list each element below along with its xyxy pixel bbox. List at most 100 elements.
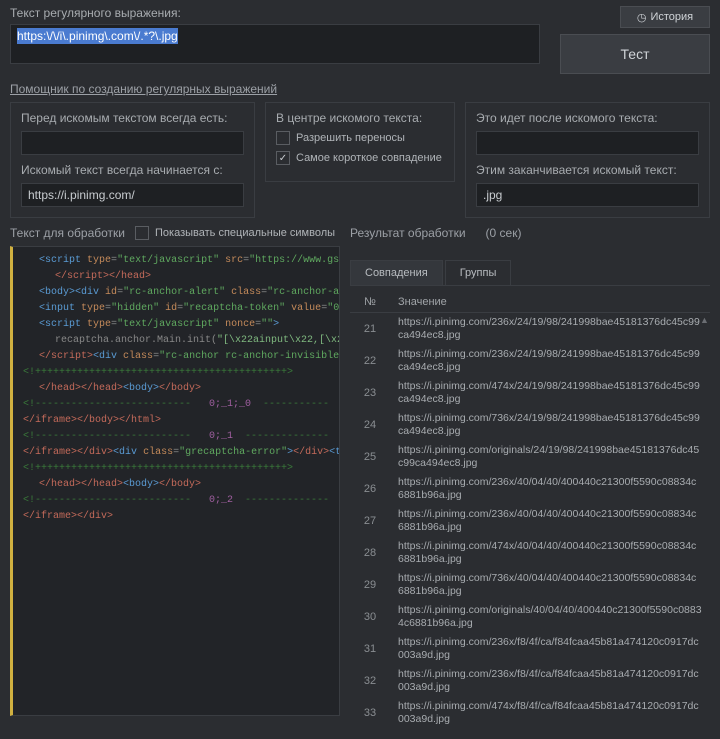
code-line: <!++++++++++++++++++++++++++++++++++++++…: [17, 365, 335, 381]
table-row[interactable]: 21https://i.pinimg.com/236x/24/19/98/241…: [350, 313, 710, 345]
row-number: 24: [350, 419, 390, 432]
row-value: https://i.pinimg.com/236x/24/19/98/24199…: [390, 348, 710, 374]
code-line: <script type="text/javascript" nonce="">: [17, 317, 335, 333]
result-label: Результат обработки: [350, 226, 466, 240]
table-row[interactable]: 24https://i.pinimg.com/736x/24/19/98/241…: [350, 409, 710, 441]
result-time: (0 сек): [486, 226, 522, 240]
row-value: https://i.pinimg.com/236x/f8/4f/ca/f84fc…: [390, 636, 710, 662]
row-value: https://i.pinimg.com/236x/40/04/40/40044…: [390, 476, 710, 502]
code-line: <script type="text/javascript" src="http…: [17, 253, 335, 269]
code-line: <!-------------------------- 0;_1;_0 ---…: [17, 397, 335, 413]
row-number: 29: [350, 579, 390, 592]
center-label: В центре искомого текста:: [276, 111, 444, 125]
table-row[interactable]: 33https://i.pinimg.com/474x/f8/4f/ca/f84…: [350, 697, 710, 729]
table-row[interactable]: 27https://i.pinimg.com/236x/40/04/40/400…: [350, 505, 710, 537]
row-value: https://i.pinimg.com/474x/24/19/98/24199…: [390, 380, 710, 406]
after-label: Это идет после искомого текста:: [476, 111, 699, 125]
table-row[interactable]: 31https://i.pinimg.com/236x/f8/4f/ca/f84…: [350, 633, 710, 665]
row-value: https://i.pinimg.com/236x/24/19/98/24199…: [390, 316, 710, 342]
code-line: </head></head><body></body>: [17, 381, 335, 397]
show-special-checkbox[interactable]: Показывать специальные символы: [135, 226, 335, 240]
after-group: Это идет после искомого текста: Этим зак…: [465, 102, 710, 218]
table-row[interactable]: 34https://i.pinimg.com/736x/f8/4f/ca/f84…: [350, 729, 710, 733]
row-number: 32: [350, 675, 390, 688]
code-line: </script></head>: [17, 269, 335, 285]
table-row[interactable]: 22https://i.pinimg.com/236x/24/19/98/241…: [350, 345, 710, 377]
table-header: № Значение: [350, 292, 710, 313]
row-value: https://i.pinimg.com/736x/40/04/40/40044…: [390, 572, 710, 598]
center-group: В центре искомого текста: Разрешить пере…: [265, 102, 455, 182]
table-row[interactable]: 32https://i.pinimg.com/236x/f8/4f/ca/f84…: [350, 665, 710, 697]
row-value: https://i.pinimg.com/originals/40/04/40/…: [390, 604, 710, 630]
code-line: <input type="hidden" id="recaptcha-token…: [17, 301, 335, 317]
process-label: Текст для обработки: [10, 226, 125, 240]
col-num-header: №: [350, 296, 390, 308]
code-line: </head></head><body></body>: [17, 477, 335, 493]
row-number: 30: [350, 611, 390, 624]
starts-label: Искомый текст всегда начинается с:: [21, 163, 244, 177]
row-value: https://i.pinimg.com/236x/40/04/40/40044…: [390, 508, 710, 534]
code-line: <!-------------------------- 0;_1 ------…: [17, 429, 335, 445]
regex-label: Текст регулярного выражения:: [10, 6, 540, 20]
checkbox-icon: [276, 151, 290, 165]
table-row[interactable]: 26https://i.pinimg.com/236x/40/04/40/400…: [350, 473, 710, 505]
row-number: 31: [350, 643, 390, 656]
row-number: 21: [350, 323, 390, 336]
show-special-label: Показывать специальные символы: [155, 227, 335, 239]
code-line: </iframe></div><div class="grecaptcha-er…: [17, 445, 335, 461]
before-group: Перед искомым текстом всегда есть: Иском…: [10, 102, 255, 218]
helper-title: Помощник по созданию регулярных выражени…: [10, 82, 710, 96]
row-number: 26: [350, 483, 390, 496]
row-number: 33: [350, 707, 390, 720]
row-number: 34: [350, 732, 390, 733]
tab-matches[interactable]: Совпадения: [350, 260, 443, 285]
results-table[interactable]: ▲ 21https://i.pinimg.com/236x/24/19/98/2…: [350, 313, 710, 733]
row-number: 23: [350, 387, 390, 400]
history-button[interactable]: История: [620, 6, 710, 28]
code-line: </iframe></body></html>: [17, 413, 335, 429]
test-label: Тест: [621, 46, 650, 62]
code-line: <body><div id="rc-anchor-alert" class="r…: [17, 285, 335, 301]
row-number: 28: [350, 547, 390, 560]
allow-newlines-label: Разрешить переносы: [296, 132, 405, 144]
table-row[interactable]: 28https://i.pinimg.com/474x/40/04/40/400…: [350, 537, 710, 569]
ends-label: Этим заканчивается искомый текст:: [476, 163, 699, 177]
after-input[interactable]: [476, 131, 699, 155]
checkbox-icon: [135, 226, 149, 240]
row-number: 25: [350, 451, 390, 464]
starts-input[interactable]: [21, 183, 244, 207]
regex-input[interactable]: https:\/\/i\.pinimg\.com\/.*?\.jpg: [10, 24, 540, 64]
test-button[interactable]: Тест: [560, 34, 710, 74]
row-value: https://i.pinimg.com/474x/f8/4f/ca/f84fc…: [390, 700, 710, 726]
shortest-match-label: Самое короткое совпадение: [296, 152, 442, 164]
tab-groups[interactable]: Группы: [445, 260, 512, 285]
allow-newlines-checkbox[interactable]: Разрешить переносы: [276, 131, 444, 145]
row-number: 27: [350, 515, 390, 528]
clock-icon: [637, 11, 647, 24]
code-line: recaptcha.anchor.Main.init("[\x22ainput\…: [17, 333, 335, 349]
source-code-area[interactable]: <script type="text/javascript" src="http…: [10, 246, 340, 716]
before-label: Перед искомым текстом всегда есть:: [21, 111, 244, 125]
checkbox-icon: [276, 131, 290, 145]
code-line: <!++++++++++++++++++++++++++++++++++++++…: [17, 461, 335, 477]
ends-input[interactable]: [476, 183, 699, 207]
table-row[interactable]: 25https://i.pinimg.com/originals/24/19/9…: [350, 441, 710, 473]
row-number: 22: [350, 355, 390, 368]
scroll-up-icon[interactable]: ▲: [700, 315, 708, 325]
code-line: </script><div class="rc-anchor rc-anchor…: [17, 349, 335, 365]
before-input[interactable]: [21, 131, 244, 155]
table-row[interactable]: 30https://i.pinimg.com/originals/40/04/4…: [350, 601, 710, 633]
row-value: https://i.pinimg.com/736x/f8/4f/ca/f84fc…: [390, 732, 710, 733]
row-value: https://i.pinimg.com/474x/40/04/40/40044…: [390, 540, 710, 566]
col-val-header: Значение: [390, 296, 696, 308]
history-label: История: [650, 11, 693, 23]
code-line: <!-------------------------- 0;_2 ------…: [17, 493, 335, 509]
table-row[interactable]: 29https://i.pinimg.com/736x/40/04/40/400…: [350, 569, 710, 601]
regex-value: https:\/\/i\.pinimg\.com\/.*?\.jpg: [17, 28, 178, 44]
code-line: </iframe></div>: [17, 509, 335, 525]
shortest-match-checkbox[interactable]: Самое короткое совпадение: [276, 151, 444, 165]
table-row[interactable]: 23https://i.pinimg.com/474x/24/19/98/241…: [350, 377, 710, 409]
row-value: https://i.pinimg.com/736x/24/19/98/24199…: [390, 412, 710, 438]
row-value: https://i.pinimg.com/236x/f8/4f/ca/f84fc…: [390, 668, 710, 694]
row-value: https://i.pinimg.com/originals/24/19/98/…: [390, 444, 710, 470]
